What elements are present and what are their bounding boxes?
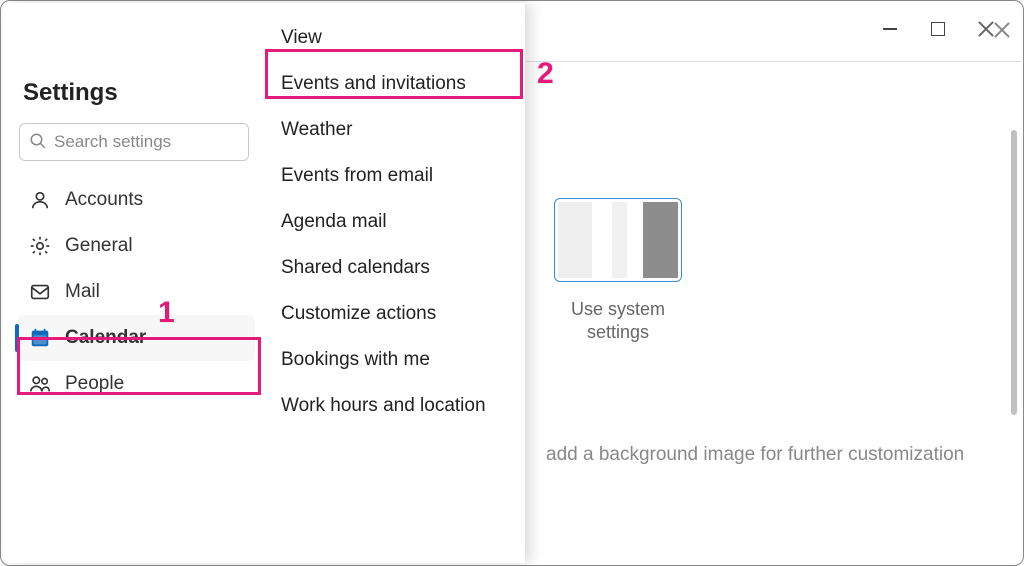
submenu-item-customize-actions[interactable]: Customize actions xyxy=(273,291,517,337)
submenu-item-events-from-email[interactable]: Events from email xyxy=(273,153,517,199)
calendar-icon xyxy=(29,327,51,349)
sidebar-item-label: Accounts xyxy=(65,189,143,211)
submenu-item-weather[interactable]: Weather xyxy=(273,107,517,153)
sidebar-item-people[interactable]: People xyxy=(17,361,255,407)
search-input[interactable] xyxy=(19,123,249,161)
settings-flyout: Settings Accounts xyxy=(3,3,525,563)
submenu-item-agenda-mail[interactable]: Agenda mail xyxy=(273,199,517,245)
search-icon xyxy=(29,132,47,150)
submenu-item-work-hours-and-location[interactable]: Work hours and location xyxy=(273,383,517,429)
person-icon xyxy=(29,189,51,211)
settings-secondary-nav: View Events and invitations Weather Even… xyxy=(261,3,525,563)
sidebar-item-label: People xyxy=(65,373,124,395)
settings-content-area: Use system settings add a background ima… xyxy=(526,61,1021,563)
people-icon xyxy=(29,373,51,395)
background-hint-text: add a background image for further custo… xyxy=(546,444,964,466)
theme-option-use-system[interactable] xyxy=(554,198,682,282)
settings-primary-nav: Settings Accounts xyxy=(3,3,261,563)
scrollbar[interactable] xyxy=(1005,62,1021,563)
sidebar-item-accounts[interactable]: Accounts xyxy=(17,177,255,223)
sidebar-item-label: Calendar xyxy=(65,327,146,349)
submenu-item-bookings-with-me[interactable]: Bookings with me xyxy=(273,337,517,383)
submenu-item-shared-calendars[interactable]: Shared calendars xyxy=(273,245,517,291)
scrollbar-thumb[interactable] xyxy=(1011,130,1017,415)
gear-icon xyxy=(29,235,51,257)
settings-title: Settings xyxy=(17,21,255,119)
sidebar-item-mail[interactable]: Mail xyxy=(17,269,255,315)
maximize-button[interactable] xyxy=(929,20,947,38)
mail-icon xyxy=(29,281,51,303)
minimize-button[interactable] xyxy=(881,20,899,38)
sidebar-item-calendar[interactable]: Calendar xyxy=(17,315,255,361)
submenu-item-view[interactable]: View xyxy=(273,15,517,61)
sidebar-item-label: Mail xyxy=(65,281,100,303)
theme-option-label: Use system settings xyxy=(542,298,694,343)
sidebar-item-general[interactable]: General xyxy=(17,223,255,269)
close-icon[interactable] xyxy=(993,21,1011,39)
sidebar-item-label: General xyxy=(65,235,133,257)
search-wrapper xyxy=(19,123,249,161)
submenu-item-events-and-invitations[interactable]: Events and invitations xyxy=(273,61,517,107)
